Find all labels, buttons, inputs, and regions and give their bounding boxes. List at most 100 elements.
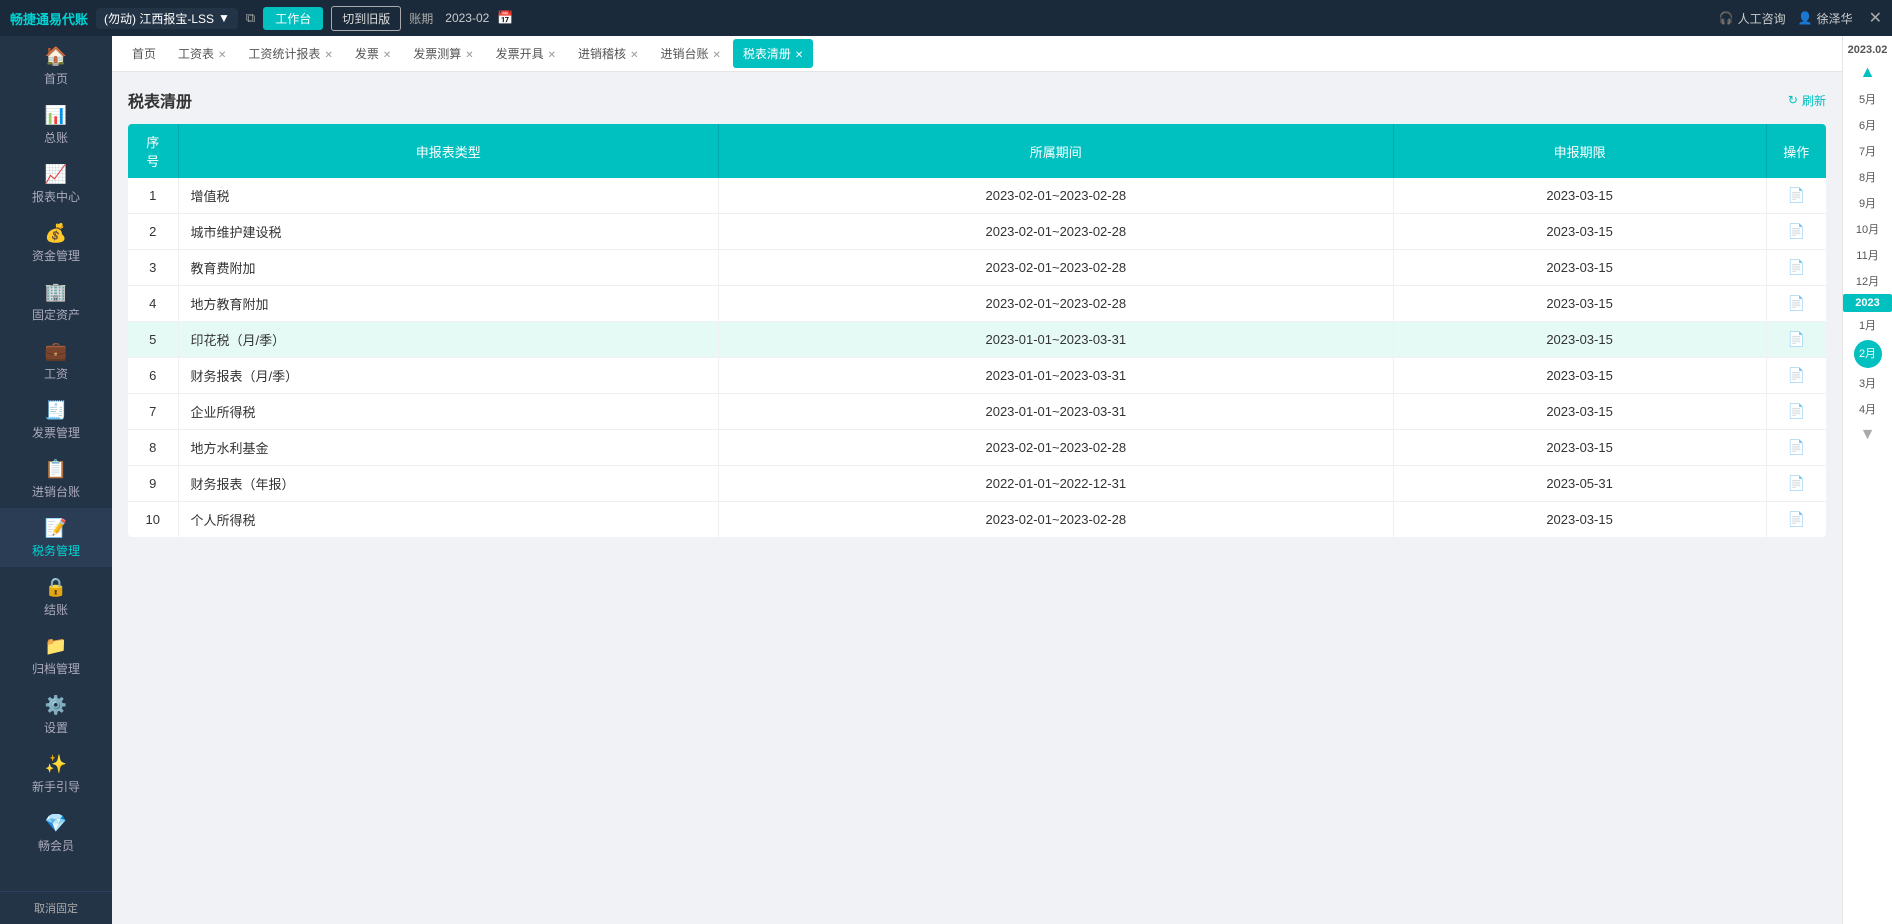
table-row: 6财务报表（月/季）2023-01-01~2023-03-312023-03-1… <box>128 358 1826 394</box>
tab-close-icon[interactable]: ✕ <box>630 50 638 61</box>
action-cell[interactable]: 📄 <box>1766 286 1826 322</box>
period-2022-12月[interactable]: 12月 <box>1843 268 1892 294</box>
tab-首页[interactable]: 首页 <box>122 39 166 68</box>
period-cell: 2023-01-01~2023-03-31 <box>718 358 1393 394</box>
period-cell: 2023-02-01~2023-02-28 <box>718 286 1393 322</box>
sidebar-item-closing[interactable]: 🔒结账 <box>0 567 112 626</box>
sidebar-item-home[interactable]: 🏠首页 <box>0 36 112 95</box>
refresh-button[interactable]: ↻ 刷新 <box>1788 92 1826 109</box>
tab-label: 首页 <box>132 47 156 61</box>
sidebar-item-fund-mgmt[interactable]: 💰资金管理 <box>0 213 112 272</box>
tab-发票开具[interactable]: 发票开具✕ <box>486 39 566 68</box>
sidebar-item-tax-mgmt[interactable]: 📝 税务管理 <box>0 508 112 567</box>
period-2022-9月[interactable]: 9月 <box>1843 190 1892 216</box>
sidebar-item-invoice-mgmt[interactable]: 🧾发票管理 <box>0 390 112 449</box>
seq-cell: 8 <box>128 430 178 466</box>
doc-icon[interactable]: 📄 <box>1788 511 1805 527</box>
general-ledger-icon: 📊 <box>45 105 67 126</box>
col-所属期间: 所属期间 <box>718 124 1393 178</box>
tax-mgmt-icon: 📝 <box>45 518 67 539</box>
type-cell: 增值税 <box>178 178 718 214</box>
action-cell[interactable]: 📄 <box>1766 322 1826 358</box>
tab-bar: 首页工资表✕工资统计报表✕发票✕发票测算✕发票开具✕进销稽核✕进销台账✕税表清册… <box>112 36 1842 72</box>
period-2023-1月[interactable]: 1月 <box>1843 312 1892 338</box>
tab-close-icon[interactable]: ✕ <box>383 50 391 61</box>
period-2022-8月[interactable]: 8月 <box>1843 164 1892 190</box>
sidebar-item-report-center[interactable]: 📈报表中心 <box>0 154 112 213</box>
workstation-button[interactable]: 工作台 <box>263 7 323 30</box>
tab-工资统计报表[interactable]: 工资统计报表✕ <box>238 39 342 68</box>
type-cell: 财务报表（年报） <box>178 466 718 502</box>
human-consult[interactable]: 🎧 人工咨询 <box>1719 10 1786 27</box>
tab-发票[interactable]: 发票✕ <box>345 39 401 68</box>
switch-old-button[interactable]: 切到旧版 <box>331 6 401 31</box>
period-up-icon[interactable]: ▲ <box>1856 60 1880 86</box>
close-icon[interactable]: ✕ <box>1869 8 1882 28</box>
tab-进销台账[interactable]: 进销台账✕ <box>650 39 730 68</box>
sidebar-item-salary[interactable]: 💼工资 <box>0 331 112 390</box>
period-cell: 2023-01-01~2023-03-31 <box>718 394 1393 430</box>
action-cell[interactable]: 📄 <box>1766 466 1826 502</box>
tab-进销稽核[interactable]: 进销稽核✕ <box>568 39 648 68</box>
sidebar-item-archive-mgmt[interactable]: 📁归档管理 <box>0 626 112 685</box>
sidebar-item-general-ledger[interactable]: 📊总账 <box>0 95 112 154</box>
action-cell[interactable]: 📄 <box>1766 502 1826 538</box>
sidebar-item-new-guide[interactable]: ✨新手引导 <box>0 744 112 803</box>
sidebar-item-label: 新手引导 <box>32 778 80 795</box>
sidebar-item-settings[interactable]: ⚙️设置 <box>0 685 112 744</box>
sidebar-item-fixed-assets[interactable]: 🏢固定资产 <box>0 272 112 331</box>
tab-close-icon[interactable]: ✕ <box>218 50 226 61</box>
tab-税表清册[interactable]: 税表清册✕ <box>733 39 813 68</box>
unpin-button[interactable]: 取消固定 <box>0 891 112 924</box>
doc-icon[interactable]: 📄 <box>1788 331 1805 347</box>
doc-icon[interactable]: 📄 <box>1788 223 1805 239</box>
doc-icon[interactable]: 📄 <box>1788 403 1805 419</box>
company-selector[interactable]: (勿动) 江西报宝-LSS ▼ <box>96 8 238 29</box>
period-down-icon[interactable]: ▼ <box>1856 422 1880 448</box>
action-cell[interactable]: 📄 <box>1766 250 1826 286</box>
sidebar-item-label: 进销台账 <box>32 483 80 500</box>
action-cell[interactable]: 📄 <box>1766 430 1826 466</box>
sidebar-item-label: 工资 <box>44 365 68 382</box>
period-2022-10月[interactable]: 10月 <box>1843 216 1892 242</box>
doc-icon[interactable]: 📄 <box>1788 367 1805 383</box>
sidebar-item-label: 税务管理 <box>32 542 80 559</box>
sidebar-item-label: 发票管理 <box>32 424 80 441</box>
calendar-icon[interactable]: 📅 <box>497 10 513 26</box>
table-row: 10个人所得税2023-02-01~2023-02-282023-03-15📄 <box>128 502 1826 538</box>
action-cell[interactable]: 📄 <box>1766 214 1826 250</box>
tab-发票测算[interactable]: 发票测算✕ <box>403 39 483 68</box>
sidebar-item-vip[interactable]: 💎畅会员 <box>0 803 112 862</box>
copy-icon[interactable]: ⧉ <box>246 10 255 26</box>
doc-icon[interactable]: 📄 <box>1788 439 1805 455</box>
period-2022-6月[interactable]: 6月 <box>1843 112 1892 138</box>
tax-table: 序号申报表类型所属期间申报期限操作 1增值税2023-02-01~2023-02… <box>128 124 1826 537</box>
action-cell[interactable]: 📄 <box>1766 178 1826 214</box>
action-cell[interactable]: 📄 <box>1766 394 1826 430</box>
doc-icon[interactable]: 📄 <box>1788 259 1805 275</box>
period-2023-3月[interactable]: 3月 <box>1843 370 1892 396</box>
col-操作: 操作 <box>1766 124 1826 178</box>
tab-close-icon[interactable]: ✕ <box>324 50 332 61</box>
deadline-cell: 2023-03-15 <box>1393 394 1766 430</box>
tab-close-icon[interactable]: ✕ <box>548 50 556 61</box>
doc-icon[interactable]: 📄 <box>1788 187 1805 203</box>
tab-close-icon[interactable]: ✕ <box>795 50 803 61</box>
period-2023-4月[interactable]: 4月 <box>1843 396 1892 422</box>
period-2022-7月[interactable]: 7月 <box>1843 138 1892 164</box>
period-2022-11月[interactable]: 11月 <box>1843 242 1892 268</box>
doc-icon[interactable]: 📄 <box>1788 475 1805 491</box>
deadline-cell: 2023-03-15 <box>1393 358 1766 394</box>
tab-close-icon[interactable]: ✕ <box>712 50 720 61</box>
tab-close-icon[interactable]: ✕ <box>465 50 473 61</box>
period-cell: 2022-01-01~2022-12-31 <box>718 466 1393 502</box>
period-2023-2月[interactable]: 2月 <box>1854 340 1882 368</box>
period-year-2023[interactable]: 2023 <box>1843 294 1892 312</box>
sidebar-item-purchase-sales[interactable]: 📋进销台账 <box>0 449 112 508</box>
user-avatar[interactable]: 👤 徐泽华 <box>1798 10 1853 27</box>
vip-icon: 💎 <box>45 813 67 834</box>
tab-工资表[interactable]: 工资表✕ <box>168 39 236 68</box>
doc-icon[interactable]: 📄 <box>1788 295 1805 311</box>
action-cell[interactable]: 📄 <box>1766 358 1826 394</box>
period-2022-5月[interactable]: 5月 <box>1843 86 1892 112</box>
